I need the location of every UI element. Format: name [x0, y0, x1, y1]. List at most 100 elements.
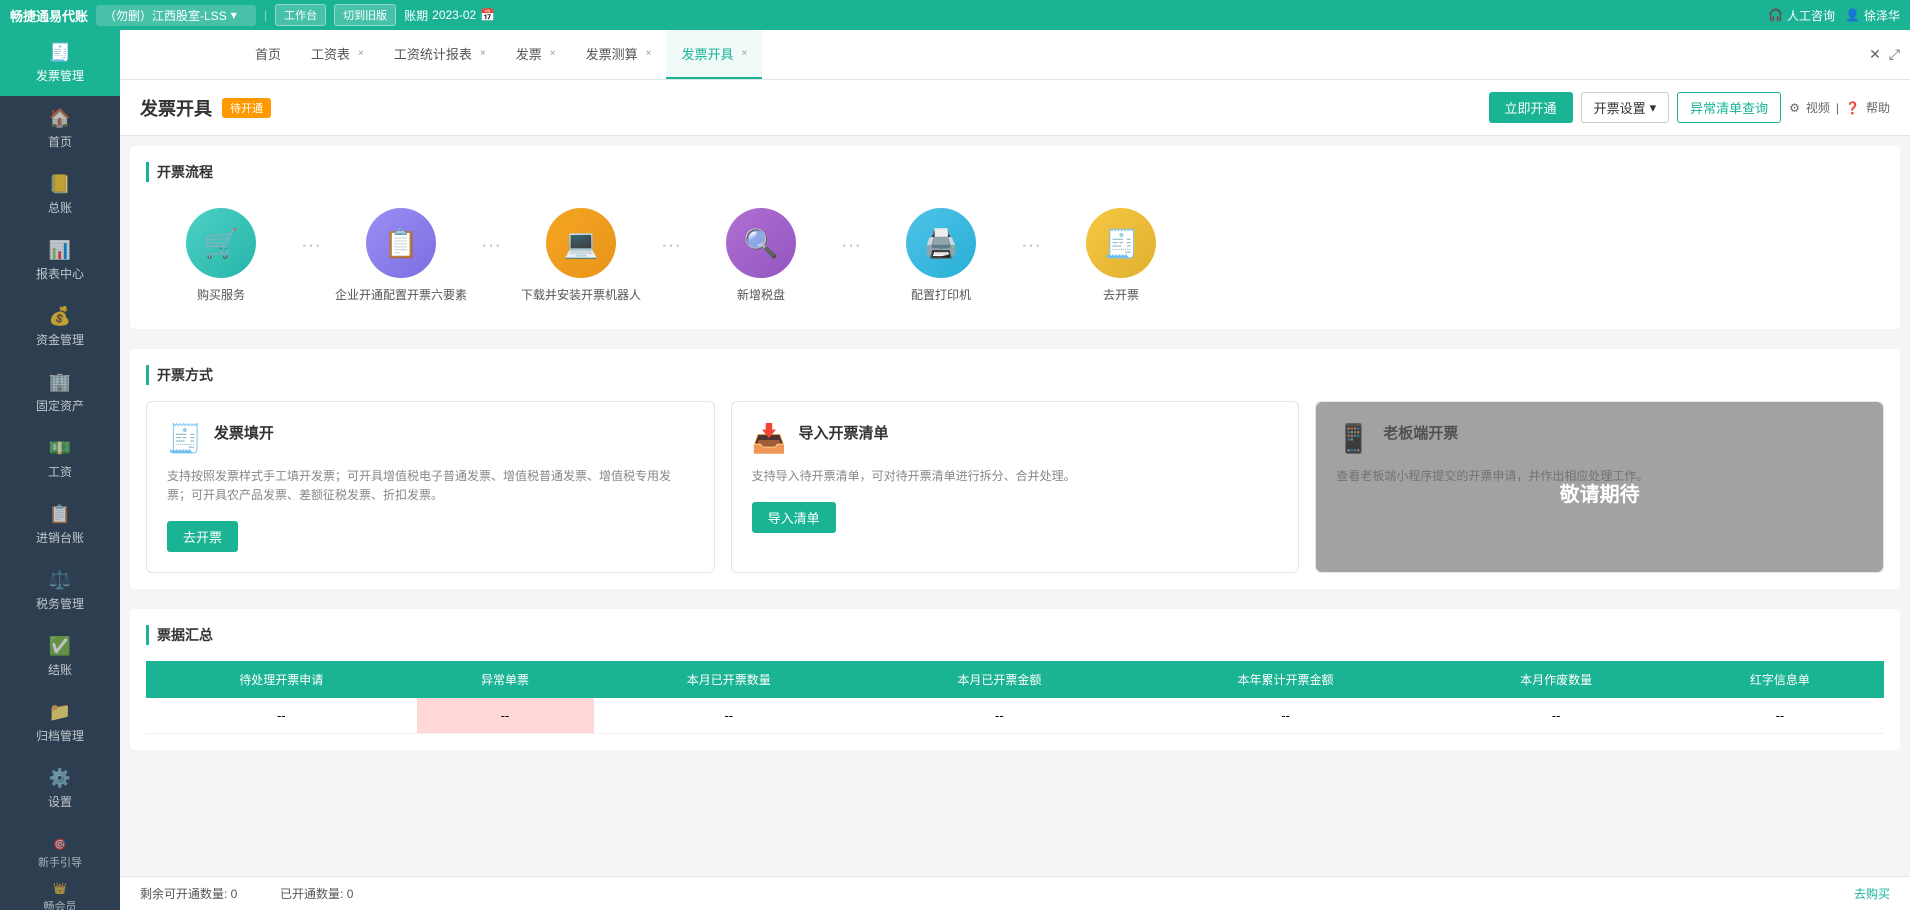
manual-btn-area: 去开票	[167, 521, 694, 552]
top-bar-left: 畅捷通易代账 （勿删）江西股室-LSS ▾ | 工作台 切到旧版 账期 2023…	[10, 4, 495, 26]
process-step-buy: 🛒 购买服务	[146, 208, 296, 303]
sidebar-label-invoice: 发票管理	[36, 67, 84, 84]
member-icon: 👑	[53, 882, 67, 895]
config-circle: 📋	[366, 208, 436, 278]
headset-icon: 🎧	[1768, 8, 1783, 22]
company-selector[interactable]: （勿删）江西股室-LSS ▾	[96, 5, 256, 26]
sidebar-item-funds[interactable]: 💰 资金管理	[0, 294, 120, 360]
tab-invoice-label: 发票	[516, 44, 542, 63]
close-icon[interactable]: ×	[358, 48, 364, 59]
issue-label: 去开票	[1103, 286, 1139, 303]
maximize-icon[interactable]: ⤢	[1889, 46, 1900, 63]
cell-month-amount: --	[864, 698, 1135, 734]
billing-card-boss: 📱 老板端开票 查看老板端小程序提交的开票申请，并作出相应处理工作。 敬请期待	[1315, 401, 1884, 573]
summary-section: 票据汇总 待处理开票申请 异常单票 本月已开票数量 本月已开票金额 本年累计开票…	[130, 609, 1900, 750]
sidebar-item-invoice[interactable]: 🧾 发票管理	[0, 30, 120, 96]
content-area: 发票开具 待开通 立即开通 开票设置 ▾ 异常清单查询 ⚙ 视频 | ❓	[120, 80, 1910, 876]
reports-icon: 📊	[49, 240, 71, 261]
cell-abnormal: --	[417, 698, 594, 734]
period-label: 账期	[404, 7, 428, 24]
issue-icon: 🧾	[1104, 227, 1139, 260]
company-name: （勿删）江西股室-LSS	[104, 7, 227, 24]
sidebar-label-funds: 资金管理	[36, 331, 84, 348]
cell-pending: --	[146, 698, 417, 734]
taxdisk-label: 新增税盘	[737, 286, 785, 303]
calendar-icon: 📅	[480, 8, 495, 22]
guide-label: 新手引导	[38, 854, 82, 870]
sidebar-item-settlement[interactable]: ✅ 结账	[0, 624, 120, 690]
sidebar-item-home[interactable]: 🏠 首页	[0, 96, 120, 162]
tab-invoice-issue[interactable]: 发票开具 ×	[666, 30, 762, 79]
close-icon[interactable]: ×	[646, 48, 652, 59]
sidebar-item-guide[interactable]: 🎯 新手引导	[10, 832, 110, 876]
sidebar-item-purchase[interactable]: 📋 进销台账	[0, 492, 120, 558]
sidebar-label-assets: 固定资产	[36, 397, 84, 414]
sidebar: 🧾 发票管理 🏠 首页 📒 总账 📊 报表中心 💰 资金管理 🏢 固定资产 💵 …	[0, 30, 120, 910]
summary-header-row: 待处理开票申请 异常单票 本月已开票数量 本月已开票金额 本年累计开票金额 本月…	[146, 661, 1884, 698]
col-month-amount: 本月已开票金额	[864, 661, 1135, 698]
question-icon: ❓	[1845, 101, 1860, 115]
page-header: 发票开具 待开通 立即开通 开票设置 ▾ 异常清单查询 ⚙ 视频 | ❓	[120, 80, 1910, 136]
cell-month-count: --	[594, 698, 865, 734]
sidebar-item-reports[interactable]: 📊 报表中心	[0, 228, 120, 294]
go-issue-button[interactable]: 去开票	[167, 521, 238, 552]
open-settings-label: 开票设置	[1594, 98, 1646, 117]
coming-soon-text: 敬请期待	[1560, 478, 1640, 507]
billing-section: 开票方式 🧾 发票填开 支持按照发票样式手工填开发票；可开具增值税电子普通发票、…	[130, 349, 1900, 589]
switch-old-button[interactable]: 切到旧版	[334, 4, 396, 26]
sidebar-item-tax[interactable]: ⚖️ 税务管理	[0, 558, 120, 624]
billing-card-manual: 🧾 发票填开 支持按照发票样式手工填开发票；可开具增值税电子普通发票、增值税普通…	[146, 401, 715, 573]
billing-methods: 🧾 发票填开 支持按照发票样式手工填开发票；可开具增值税电子普通发票、增值税普通…	[146, 401, 1884, 573]
sidebar-label-settings: 设置	[48, 793, 72, 810]
tab-invoice-calc[interactable]: 发票测算 ×	[571, 30, 667, 79]
buy-link[interactable]: 去购买	[1854, 885, 1890, 902]
import-icon: 📥	[752, 422, 787, 455]
tab-payroll-report[interactable]: 工资统计报表 ×	[379, 30, 501, 79]
service-button[interactable]: 🎧 人工咨询	[1768, 7, 1835, 24]
workspace-button[interactable]: 工作台	[275, 4, 326, 26]
sidebar-item-assets[interactable]: 🏢 固定资产	[0, 360, 120, 426]
top-bar-right: 🎧 人工咨询 👤 徐泽华	[1768, 7, 1900, 24]
sidebar-item-payroll[interactable]: 💵 工资	[0, 426, 120, 492]
sidebar-footer: 🎯 新手引导 👑 畅会员 📌 取消固定	[0, 822, 120, 910]
payroll-icon: 💵	[49, 438, 71, 459]
manual-desc: 支持按照发票样式手工填开发票；可开具增值税电子普通发票、增值税普通发票、增值税专…	[167, 467, 694, 505]
buy-circle: 🛒	[186, 208, 256, 278]
arrow-1: ⋯	[296, 233, 326, 258]
tab-payroll[interactable]: 工资表 ×	[296, 30, 379, 79]
download-circle: 💻	[546, 208, 616, 278]
status-badge: 待开通	[222, 98, 271, 118]
import-title: 导入开票清单	[799, 422, 889, 443]
tab-invoice[interactable]: 发票 ×	[501, 30, 571, 79]
nav-header: 首页 工资表 × 工资统计报表 × 发票 × 发票测算 × 发票开具 ×	[120, 30, 1910, 80]
col-red-info: 红字信息单	[1676, 661, 1884, 698]
summary-data-row: -- -- -- -- -- -- --	[146, 698, 1884, 734]
issue-circle: 🧾	[1086, 208, 1156, 278]
tab-home[interactable]: 首页	[240, 30, 296, 79]
header-right-icons: ⚙ 视频 | ❓ 帮助	[1789, 99, 1890, 116]
col-void-count: 本月作废数量	[1436, 661, 1675, 698]
tab-invoice-issue-label: 发票开具	[681, 44, 733, 63]
sidebar-item-member[interactable]: 👑 畅会员	[10, 876, 110, 910]
sidebar-item-archive[interactable]: 📁 归档管理	[0, 690, 120, 756]
purchase-icon: 📋	[49, 504, 71, 525]
tab-invoice-calc-label: 发票测算	[586, 44, 638, 63]
close-icon[interactable]: ×	[741, 48, 747, 59]
import-list-button[interactable]: 导入清单	[752, 502, 836, 533]
close-window-icon[interactable]: ✕	[1869, 46, 1881, 63]
summary-section-title: 票据汇总	[146, 625, 1884, 645]
user-menu[interactable]: 👤 徐泽华	[1845, 7, 1900, 24]
chevron-down-icon: ▾	[1650, 100, 1657, 116]
close-icon[interactable]: ×	[550, 48, 556, 59]
opened-label: 已开通数量: 0	[280, 887, 353, 901]
remaining-label: 剩余可开通数量: 0	[140, 887, 237, 901]
immediate-open-button[interactable]: 立即开通	[1489, 92, 1573, 123]
open-settings-button[interactable]: 开票设置 ▾	[1581, 92, 1670, 123]
arrow-5: ⋯	[1016, 233, 1046, 258]
sidebar-item-ledger[interactable]: 📒 总账	[0, 162, 120, 228]
member-label: 畅会员	[44, 898, 77, 910]
page-title: 发票开具	[140, 95, 212, 121]
abnormal-query-button[interactable]: 异常清单查询	[1677, 92, 1781, 123]
close-icon[interactable]: ×	[480, 48, 486, 59]
sidebar-item-settings[interactable]: ⚙️ 设置	[0, 756, 120, 822]
